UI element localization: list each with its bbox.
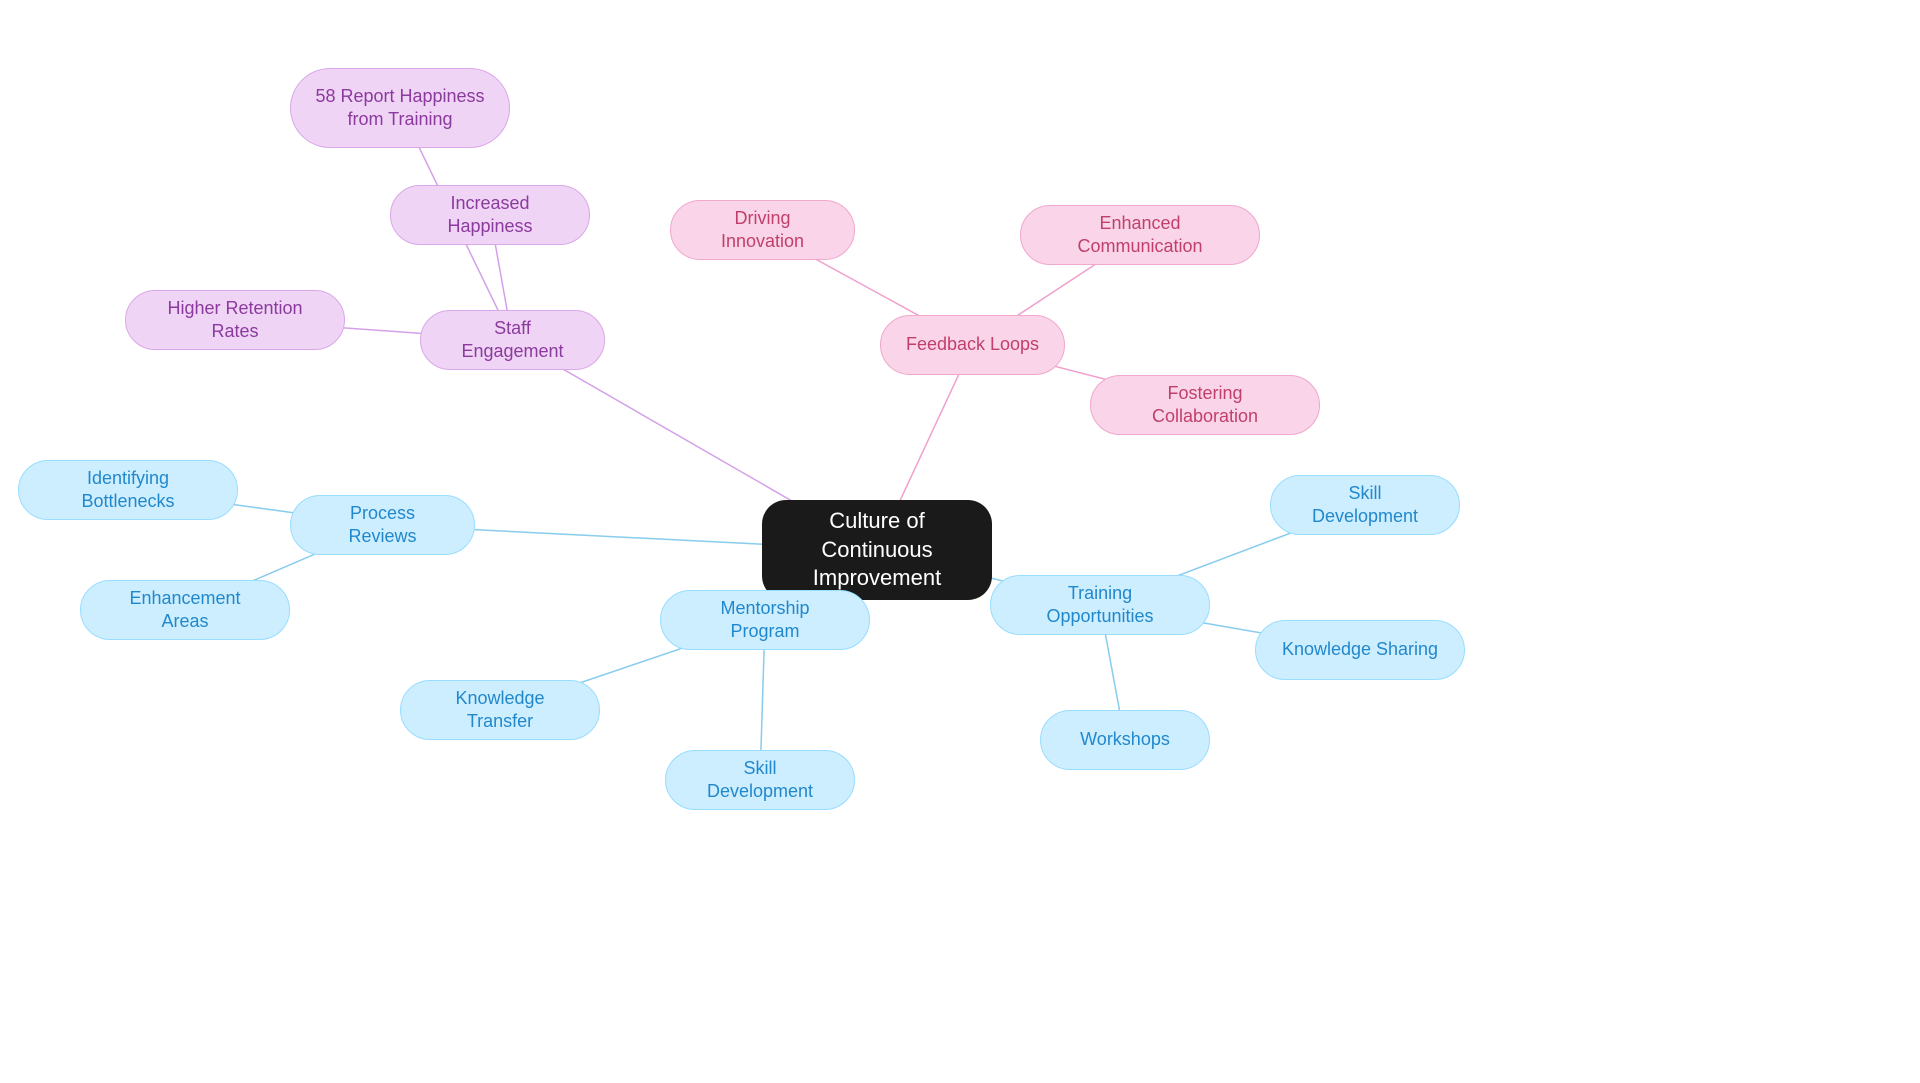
node-identifying-bottlenecks: Identifying Bottlenecks	[18, 460, 238, 520]
node-increased-happiness: Increased Happiness	[390, 185, 590, 245]
node-feedback-loops: Feedback Loops	[880, 315, 1065, 375]
node-report-happiness: 58 Report Happiness from Training	[290, 68, 510, 148]
node-training-opportunities: Training Opportunities	[990, 575, 1210, 635]
node-fostering-collaboration: Fostering Collaboration	[1090, 375, 1320, 435]
node-workshops: Workshops	[1040, 710, 1210, 770]
node-skill-development-bottom: Skill Development	[665, 750, 855, 810]
node-knowledge-transfer: Knowledge Transfer	[400, 680, 600, 740]
node-driving-innovation: Driving Innovation	[670, 200, 855, 260]
node-skill-development-right: Skill Development	[1270, 475, 1460, 535]
node-enhancement-areas: Enhancement Areas	[80, 580, 290, 640]
node-mentorship-program: Mentorship Program	[660, 590, 870, 650]
center-node: Culture of Continuous Improvement	[762, 500, 992, 600]
node-higher-retention: Higher Retention Rates	[125, 290, 345, 350]
node-knowledge-sharing: Knowledge Sharing	[1255, 620, 1465, 680]
node-enhanced-communication: Enhanced Communication	[1020, 205, 1260, 265]
node-staff-engagement: Staff Engagement	[420, 310, 605, 370]
mind-map: Culture of Continuous Improvement 58 Repo…	[0, 0, 1920, 1083]
node-process-reviews: Process Reviews	[290, 495, 475, 555]
